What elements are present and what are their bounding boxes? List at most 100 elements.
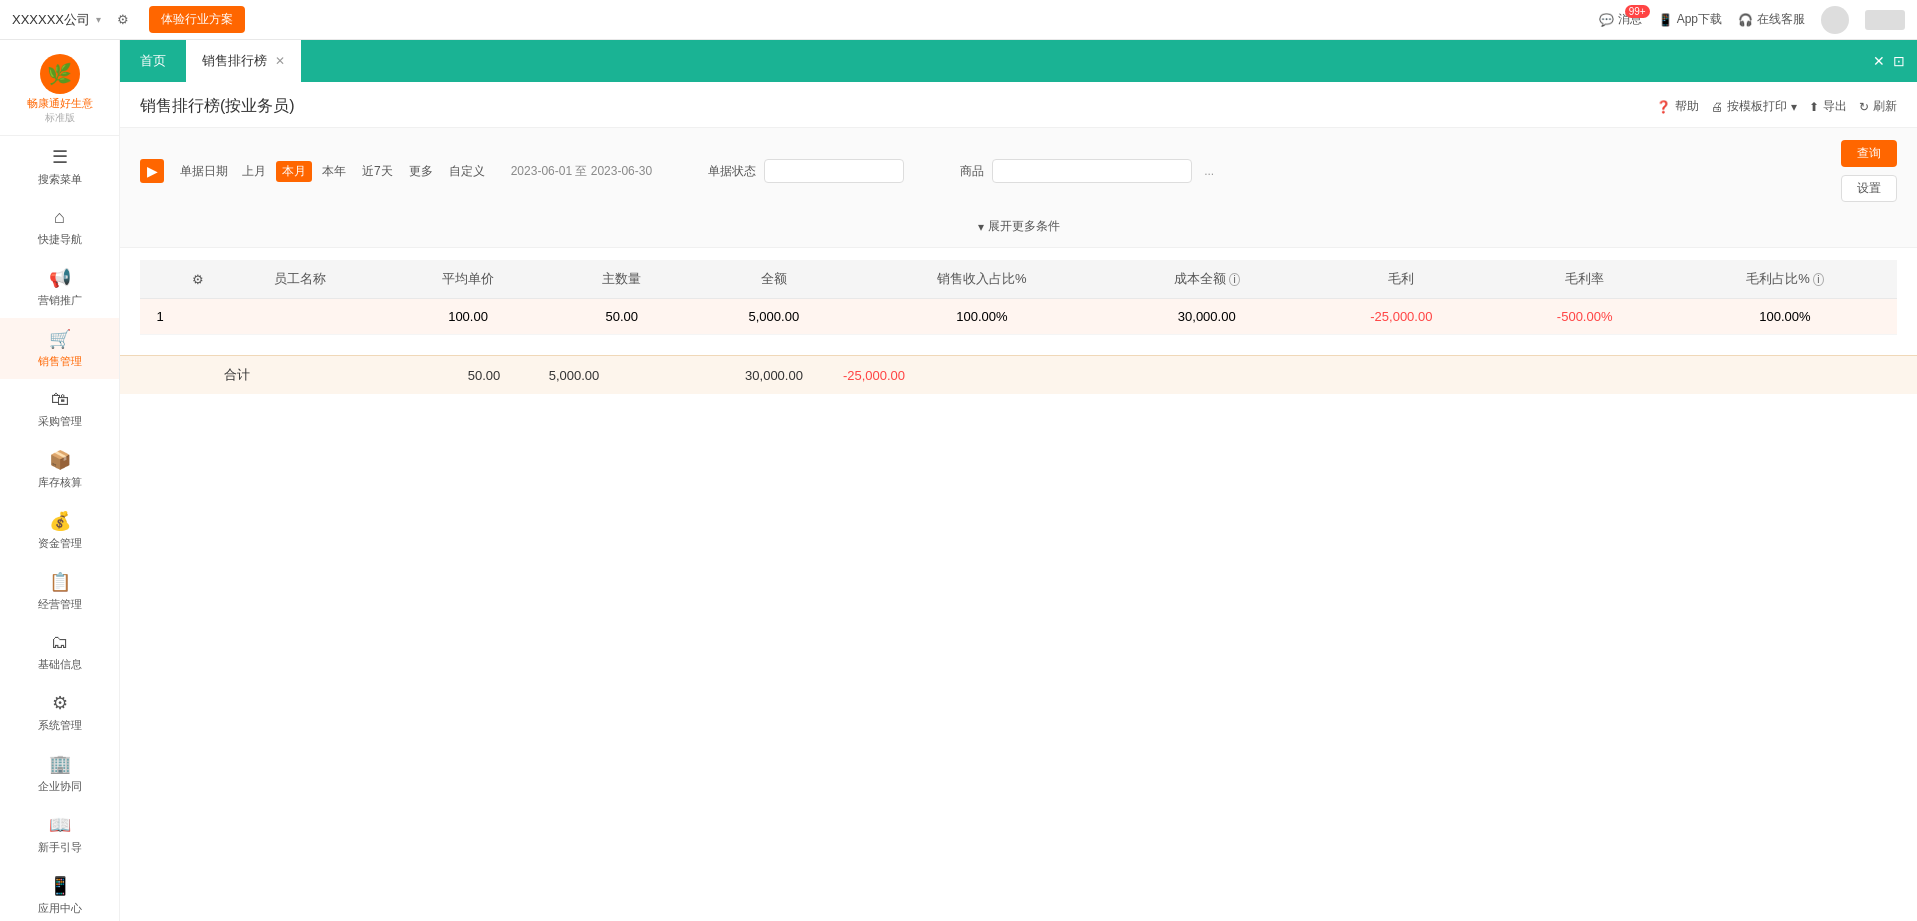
table-row: 1 100.00 50.00 5,000.00 100.00% 30,000.0… — [140, 299, 1897, 335]
cell-avg-price-0: 100.00 — [384, 299, 552, 335]
tab-home[interactable]: 首页 — [120, 40, 186, 82]
company-selector[interactable]: XXXXXX公司 ▾ — [12, 11, 101, 29]
sidebar-item-search-order[interactable]: ☰ 搜索菜单 — [0, 136, 119, 197]
sidebar-item-guide[interactable]: 📖 新手引导 — [0, 804, 119, 865]
sidebar-icon-guide: 📖 — [49, 814, 71, 836]
data-table: ⚙ 员工名称 平均单价 主数量 全额 销售收入占比% 成本全额 i 毛利 毛利率… — [140, 260, 1897, 335]
sidebar-icon-enterprise: 🏢 — [49, 753, 71, 775]
help-button[interactable]: ❓ 帮助 — [1656, 98, 1699, 115]
status-select[interactable] — [764, 159, 904, 183]
logo-text: 畅康通好生意 — [27, 96, 93, 111]
online-service-btn[interactable]: 🎧 在线客服 — [1738, 11, 1805, 28]
sidebar-item-quick-nav[interactable]: ⌂ 快捷导航 — [0, 197, 119, 257]
settings-icon[interactable]: ⚙ — [109, 6, 137, 34]
sidebar-items: ☰ 搜索菜单 ⌂ 快捷导航 📢 营销推广 🛒 销售管理 🛍 采购管理 📦 库存核… — [0, 136, 119, 921]
template-print-button[interactable]: 🖨 按模板打印 ▾ — [1711, 98, 1797, 115]
date-option-2[interactable]: 本年 — [316, 161, 352, 182]
tab-close-icon[interactable]: ✕ — [275, 54, 285, 68]
settings-btn[interactable]: 设置 — [1841, 175, 1897, 202]
tab-active[interactable]: 销售排行榜 ✕ — [186, 40, 301, 82]
cell-amount-0: 5,000.00 — [691, 299, 856, 335]
tab-right-actions: ✕ ⊡ — [1873, 53, 1917, 69]
date-filter-item: 单据日期 上月本月本年近7天更多自定义 — [180, 161, 491, 182]
cell-rank-0: 1 — [140, 299, 180, 335]
sidebar: 🌿 畅康通好生意 标准版 ☰ 搜索菜单 ⌂ 快捷导航 📢 营销推广 🛒 销售管理… — [0, 40, 120, 921]
cell-sales-pct-0: 100.00% — [856, 299, 1107, 335]
goods-more-icon[interactable]: ... — [1204, 164, 1214, 178]
sidebar-item-sales[interactable]: 🛒 销售管理 — [0, 318, 119, 379]
date-option-0[interactable]: 上月 — [236, 161, 272, 182]
trial-button[interactable]: 体验行业方案 — [149, 6, 245, 33]
th-qty: 主数量 — [552, 260, 691, 299]
tab-window-restore-icon[interactable]: ⊡ — [1893, 53, 1905, 69]
cost-info-icon[interactable]: i — [1229, 273, 1239, 286]
top-right-actions: 💬 消息 99+ 📱 App下载 🎧 在线客服 — [1599, 6, 1905, 34]
sidebar-item-purchase[interactable]: 🛍 采购管理 — [0, 379, 119, 439]
company-name: XXXXXX公司 — [12, 11, 90, 29]
footer-qty: 50.00 — [444, 368, 524, 383]
page-header: 销售排行榜(按业务员) ❓ 帮助 🖨 按模板打印 ▾ ⬆ — [120, 82, 1917, 128]
cell-profit-0: -25,000.00 — [1306, 299, 1497, 335]
headset-icon: 🎧 — [1738, 13, 1753, 27]
footer-amount: 5,000.00 — [524, 368, 624, 383]
footer-label: 合计 — [224, 366, 344, 384]
th-rank — [140, 260, 180, 299]
sidebar-item-finance[interactable]: 💰 资金管理 — [0, 500, 119, 561]
page-inner: 销售排行榜(按业务员) ❓ 帮助 🖨 按模板打印 ▾ ⬆ — [120, 82, 1917, 921]
sidebar-item-inventory[interactable]: 📦 库存核算 — [0, 439, 119, 500]
sidebar-label-quick-nav: 快捷导航 — [38, 232, 82, 247]
sidebar-item-operations[interactable]: 📋 经营管理 — [0, 561, 119, 622]
chevron-down-icon: ▾ — [96, 14, 101, 25]
export-label: 导出 — [1823, 98, 1847, 115]
print-chevron-icon: ▾ — [1791, 100, 1797, 114]
logo-symbol: 🌿 — [47, 62, 72, 86]
main-layout: 🌿 畅康通好生意 标准版 ☰ 搜索菜单 ⌂ 快捷导航 📢 营销推广 🛒 销售管理… — [0, 40, 1917, 921]
th-settings[interactable]: ⚙ — [180, 260, 216, 299]
refresh-button[interactable]: ↻ 刷新 — [1859, 98, 1897, 115]
sidebar-item-enterprise[interactable]: 🏢 企业协同 — [0, 743, 119, 804]
expand-row: ▾ 展开更多条件 — [140, 210, 1897, 235]
status-filter-label: 单据状态 — [708, 163, 756, 180]
query-button[interactable]: 查询 — [1841, 140, 1897, 167]
th-name: 员工名称 — [216, 260, 384, 299]
profit-pct-info-icon[interactable]: i — [1813, 273, 1823, 286]
sidebar-label-enterprise: 企业协同 — [38, 779, 82, 794]
sidebar-icon-inventory: 📦 — [49, 449, 71, 471]
page-actions: ❓ 帮助 🖨 按模板打印 ▾ ⬆ 导出 ↻ — [1656, 98, 1897, 115]
expand-btn[interactable]: ▾ 展开更多条件 — [978, 218, 1060, 235]
username — [1865, 10, 1905, 30]
sidebar-item-marketing[interactable]: 📢 营销推广 — [0, 257, 119, 318]
sidebar-item-system[interactable]: ⚙ 系统管理 — [0, 682, 119, 743]
sidebar-icon-purchase: 🛍 — [51, 389, 69, 410]
date-option-3[interactable]: 近7天 — [356, 161, 399, 182]
date-filter-label: 单据日期 — [180, 163, 228, 180]
page-title: 销售排行榜(按业务员) — [140, 96, 295, 117]
message-btn[interactable]: 💬 消息 99+ — [1599, 11, 1642, 28]
filter-area: ▶ 单据日期 上月本月本年近7天更多自定义 2023-06-01 至 2023-… — [120, 128, 1917, 248]
date-option-4[interactable]: 更多 — [403, 161, 439, 182]
cell-cost-0: 30,000.00 — [1107, 299, 1306, 335]
cell-profit-rate-0: -500.00% — [1497, 299, 1673, 335]
sidebar-label-finance: 资金管理 — [38, 536, 82, 551]
tab-window-close-icon[interactable]: ✕ — [1873, 53, 1885, 69]
sidebar-item-app-center[interactable]: 📱 应用中心 — [0, 865, 119, 921]
sidebar-icon-finance: 💰 — [49, 510, 71, 532]
export-button[interactable]: ⬆ 导出 — [1809, 98, 1847, 115]
sidebar-icon-quick-nav: ⌂ — [54, 207, 65, 228]
sidebar-icon-system: ⚙ — [52, 692, 68, 714]
app-download-btn[interactable]: 📱 App下载 — [1658, 11, 1722, 28]
message-badge: 99+ — [1625, 5, 1650, 18]
sidebar-label-purchase: 采购管理 — [38, 414, 82, 429]
sidebar-item-basic-info[interactable]: 🗂 基础信息 — [0, 622, 119, 682]
filter-toggle-btn[interactable]: ▶ — [140, 159, 164, 183]
print-icon: 🖨 — [1711, 100, 1723, 114]
sidebar-icon-operations: 📋 — [49, 571, 71, 593]
goods-input[interactable] — [992, 159, 1192, 183]
date-option-5[interactable]: 自定义 — [443, 161, 491, 182]
th-profit: 毛利 — [1306, 260, 1497, 299]
th-avg-price: 平均单价 — [384, 260, 552, 299]
help-icon: ❓ — [1656, 100, 1671, 114]
date-option-1[interactable]: 本月 — [276, 161, 312, 182]
sidebar-icon-sales: 🛒 — [49, 328, 71, 350]
avatar[interactable] — [1821, 6, 1849, 34]
